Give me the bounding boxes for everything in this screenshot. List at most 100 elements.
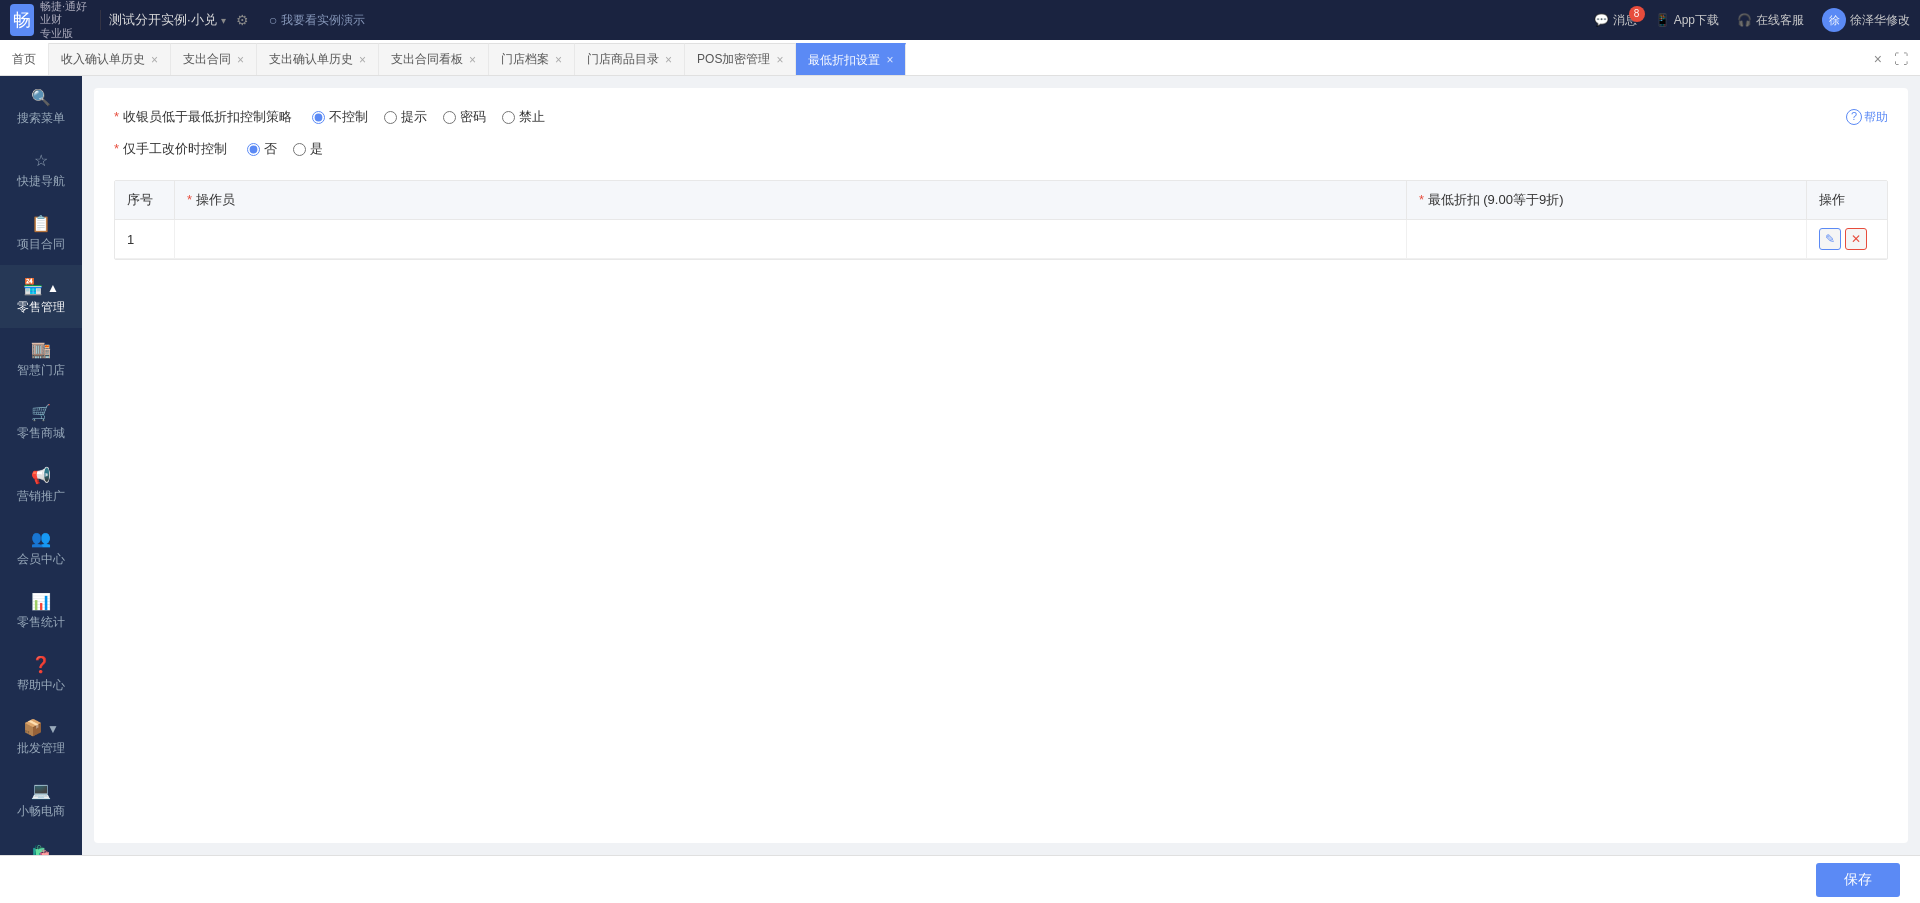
online-service-button[interactable]: 🎧 在线客服 — [1737, 12, 1804, 29]
member-icon: 👥 — [4, 529, 78, 548]
tab-store-file[interactable]: 门店档案 × — [489, 43, 575, 75]
main-card: 收银员低于最低折扣控制策略 不控制 提示 密码 — [94, 88, 1908, 843]
tab-home[interactable]: 首页 — [0, 43, 49, 75]
close-icon[interactable]: × — [237, 53, 244, 67]
radio-yes[interactable]: 是 — [293, 140, 323, 158]
close-icon[interactable]: × — [665, 53, 672, 67]
help-link[interactable]: 帮助 — [1846, 109, 1888, 126]
sidebar-item-shortcuts[interactable]: ☆ 快捷导航 — [0, 139, 82, 202]
project-name: 测试分开实例·小兑 — [109, 11, 217, 29]
sidebar-item-online-store-label: 零售商城 — [4, 425, 78, 442]
table-row: 1 ✎ ✕ — [115, 220, 1887, 259]
top-divider — [100, 10, 101, 30]
row-actions: ✎ ✕ — [1819, 228, 1867, 250]
radio-prompt[interactable]: 提示 — [384, 108, 427, 126]
tab-payment-board-label: 支出合同看板 — [391, 51, 463, 68]
close-icon[interactable]: × — [555, 53, 562, 67]
demo-link[interactable]: 我要看实例演示 — [269, 12, 365, 29]
tab-home-label: 首页 — [12, 51, 36, 68]
sidebar-item-wholesale[interactable]: 📦 ▼ 批发管理 — [0, 706, 82, 769]
radio-forbid-label: 禁止 — [519, 108, 545, 126]
sidebar-item-retail[interactable]: 🏪 ▲ 零售管理 — [0, 265, 82, 328]
logo-text: 畅捷·通好业财专业版 — [40, 0, 92, 40]
tab-min-discount-label: 最低折扣设置 — [808, 52, 880, 69]
sidebar-item-wholesale-label: 批发管理 — [4, 740, 78, 757]
top-bar: 畅 畅捷·通好业财专业版 测试分开实例·小兑 ▾ ⚙ 我要看实例演示 💬 消息 … — [0, 0, 1920, 40]
online-store-icon: 🛒 — [4, 403, 78, 422]
sidebar-item-retail-stats[interactable]: 📊 零售统计 — [0, 580, 82, 643]
sidebar-item-ecommerce[interactable]: 💻 小畅电商 — [0, 769, 82, 832]
chevron-down-icon: ▼ — [47, 722, 59, 736]
help-icon: ❓ — [4, 655, 78, 674]
close-icon[interactable]: × — [469, 53, 476, 67]
td-min-discount — [1407, 220, 1807, 258]
radio-forbid[interactable]: 禁止 — [502, 108, 545, 126]
th-actions: 操作 — [1807, 181, 1887, 219]
sidebar-item-search-label: 搜索菜单 — [4, 110, 78, 127]
close-tab-button[interactable]: × — [1870, 49, 1886, 69]
radio-yes-label: 是 — [310, 140, 323, 158]
sidebar-item-search[interactable]: 🔍 搜索菜单 — [0, 76, 82, 139]
discount-strategy-radio-group: 不控制 提示 密码 禁止 — [312, 108, 545, 126]
sidebar-item-help[interactable]: ❓ 帮助中心 — [0, 643, 82, 706]
discount-strategy-label: 收银员低于最低折扣控制策略 — [114, 108, 292, 126]
save-button[interactable]: 保存 — [1816, 863, 1900, 897]
sidebar-item-shortcuts-label: 快捷导航 — [4, 173, 78, 190]
tab-store-catalog-label: 门店商品目录 — [587, 51, 659, 68]
tab-income-confirm[interactable]: 收入确认单历史 × — [49, 43, 171, 75]
radio-no-control[interactable]: 不控制 — [312, 108, 368, 126]
sidebar-item-smart-store-label: 智慧门店 — [4, 362, 78, 379]
tab-store-catalog[interactable]: 门店商品目录 × — [575, 43, 685, 75]
user-profile-button[interactable]: 徐 徐泽华修改 — [1822, 8, 1910, 32]
wholesale-icon: 📦 — [23, 718, 43, 737]
settings-icon[interactable]: ⚙ — [236, 12, 249, 28]
bottom-bar: 保存 — [0, 855, 1920, 903]
tab-payment-contract-label: 支出合同 — [183, 51, 231, 68]
tab-bar: 首页 收入确认单历史 × 支出合同 × 支出确认单历史 × 支出合同看板 × 门… — [0, 40, 1920, 76]
app-download-button[interactable]: 📱 App下载 — [1655, 12, 1719, 29]
radio-no-label: 否 — [264, 140, 277, 158]
close-icon[interactable]: × — [151, 53, 158, 67]
tab-store-file-label: 门店档案 — [501, 51, 549, 68]
edit-row-button[interactable]: ✎ — [1819, 228, 1841, 250]
message-badge: 8 — [1629, 6, 1645, 22]
tab-payment-contract[interactable]: 支出合同 × — [171, 43, 257, 75]
tab-income-confirm-label: 收入确认单历史 — [61, 51, 145, 68]
sidebar-item-marketing[interactable]: 📢 营销推广 — [0, 454, 82, 517]
delete-row-button[interactable]: ✕ — [1845, 228, 1867, 250]
tab-end-buttons: × ⛶ — [1870, 43, 1920, 75]
close-icon[interactable]: × — [359, 53, 366, 67]
radio-no[interactable]: 否 — [247, 140, 277, 158]
sidebar-item-smart-store[interactable]: 🏬 智慧门店 — [0, 328, 82, 391]
project-selector[interactable]: 测试分开实例·小兑 ▾ ⚙ — [109, 11, 249, 29]
manual-price-radio-group: 否 是 — [247, 140, 323, 158]
sidebar-item-member[interactable]: 👥 会员中心 — [0, 517, 82, 580]
tab-payment-confirm[interactable]: 支出确认单历史 × — [257, 43, 379, 75]
td-actions: ✎ ✕ — [1807, 220, 1887, 258]
retail-section: 🏪 ▲ — [4, 277, 78, 299]
demo-link-label: 我要看实例演示 — [281, 12, 365, 29]
tab-min-discount[interactable]: 最低折扣设置 × — [796, 43, 906, 75]
sidebar-item-member-label: 会员中心 — [4, 551, 78, 568]
discount-strategy-row: 收银员低于最低折扣控制策略 不控制 提示 密码 — [114, 108, 1888, 126]
expand-tab-button[interactable]: ⛶ — [1890, 49, 1912, 69]
messages-button[interactable]: 💬 消息 8 — [1594, 12, 1637, 29]
ecommerce-icon: 💻 — [4, 781, 78, 800]
sidebar-item-purchase[interactable]: 🛍️ 采购管理 — [0, 832, 82, 855]
radio-no-control-label: 不控制 — [329, 108, 368, 126]
tab-pos-password-label: POS加密管理 — [697, 51, 770, 68]
close-icon[interactable]: × — [886, 53, 893, 67]
tab-payment-board[interactable]: 支出合同看板 × — [379, 43, 489, 75]
star-icon: ☆ — [4, 151, 78, 170]
td-seq: 1 — [115, 220, 175, 258]
radio-password[interactable]: 密码 — [443, 108, 486, 126]
sidebar-item-contracts[interactable]: 📋 项目合同 — [0, 202, 82, 265]
sidebar-item-online-store[interactable]: 🛒 零售商城 — [0, 391, 82, 454]
th-seq: 序号 — [115, 181, 175, 219]
message-icon: 💬 — [1594, 13, 1609, 27]
tab-pos-password[interactable]: POS加密管理 × — [685, 43, 796, 75]
td-operator — [175, 220, 1407, 258]
main-layout: 🔍 搜索菜单 ☆ 快捷导航 📋 项目合同 🏪 ▲ 零售管理 🏬 智慧门店 🛒 零… — [0, 76, 1920, 855]
close-icon[interactable]: × — [776, 53, 783, 67]
tab-payment-confirm-label: 支出确认单历史 — [269, 51, 353, 68]
